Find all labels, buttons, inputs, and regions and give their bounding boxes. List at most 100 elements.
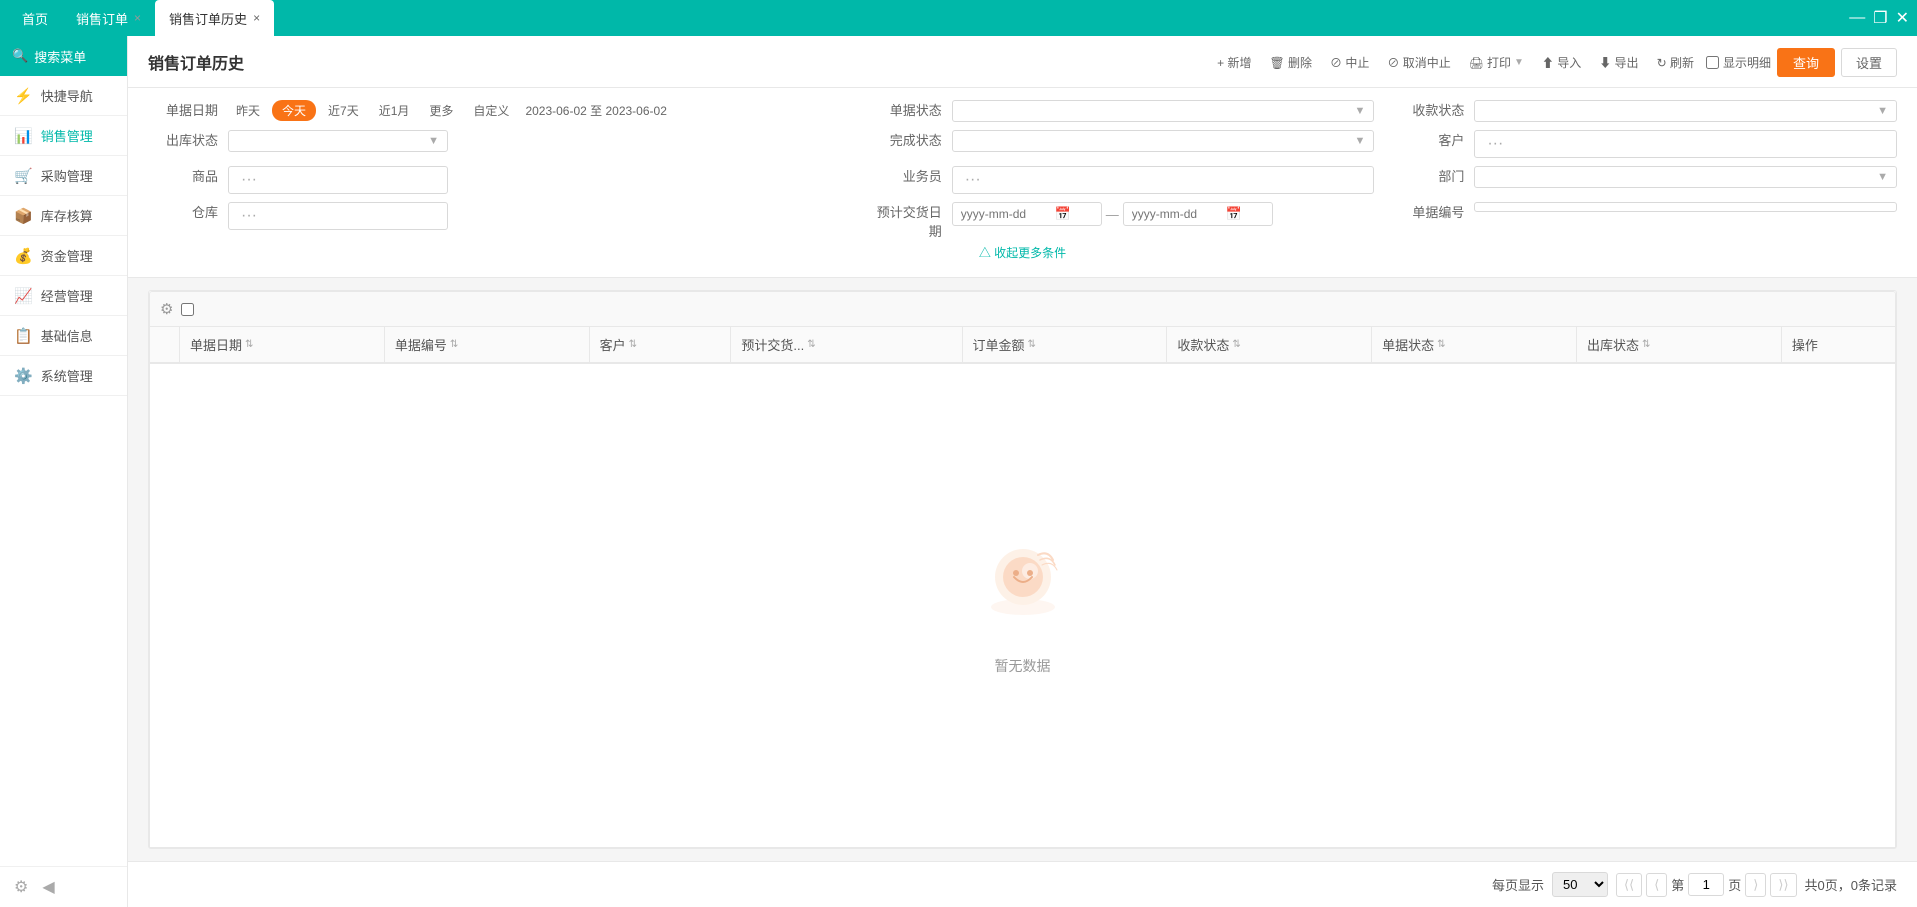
pagination: 每页显示 10 20 50 100 ⟨⟨ ⟨ 第 页 ⟩ ⟩⟩ 共0页，0条记录 bbox=[128, 861, 1917, 907]
order-no-label: 单据编号 bbox=[1394, 202, 1474, 221]
table-settings-icon[interactable]: ⚙ bbox=[160, 300, 173, 318]
sidebar-settings-icon[interactable]: ⚙ bbox=[14, 877, 28, 897]
empty-illustration bbox=[978, 535, 1068, 644]
collapse-bar[interactable]: △ 收起更多条件 bbox=[148, 240, 1897, 265]
import-button[interactable]: ⬆ 导入 bbox=[1536, 51, 1587, 74]
select-all-checkbox[interactable] bbox=[181, 303, 194, 316]
sort-amount-icon: ⇅ bbox=[1028, 339, 1036, 350]
page-number-input[interactable] bbox=[1688, 873, 1724, 896]
complete-status-select[interactable]: ▼ bbox=[952, 130, 1375, 152]
tab-sales-order-history-close[interactable]: × bbox=[253, 11, 260, 25]
delivery-date-end-field[interactable] bbox=[1132, 207, 1222, 221]
sidebar-item-operations[interactable]: 📈 经营管理 bbox=[0, 276, 127, 316]
complete-status-label: 完成状态 bbox=[872, 130, 952, 149]
sidebar-item-sales-mgmt-label: 销售管理 bbox=[41, 126, 93, 145]
main-layout: 🔍 搜索菜单 ⚡ 快捷导航 📊 销售管理 🛒 采购管理 📦 库存核算 💰 资金管… bbox=[0, 36, 1917, 907]
sidebar-item-capital-mgmt[interactable]: 💰 资金管理 bbox=[0, 236, 127, 276]
tab-home[interactable]: 首页 bbox=[8, 0, 62, 36]
date-btn-7days[interactable]: 近7天 bbox=[320, 100, 367, 121]
sidebar-collapse-icon[interactable]: ◀ bbox=[42, 877, 54, 897]
date-btn-custom[interactable]: 自定义 bbox=[465, 100, 517, 121]
sidebar-item-inventory[interactable]: 📦 库存核算 bbox=[0, 196, 127, 236]
filter-out-status-col: 出库状态 ▼ bbox=[148, 130, 872, 158]
delivery-date-start-input[interactable]: 📅 bbox=[952, 202, 1102, 226]
sidebar-item-operations-label: 经营管理 bbox=[41, 286, 93, 305]
page-size-select[interactable]: 10 20 50 100 bbox=[1552, 872, 1608, 897]
date-btn-yesterday[interactable]: 昨天 bbox=[228, 100, 268, 121]
th-delivery-date[interactable]: 预计交货... ⇅ bbox=[731, 327, 962, 363]
toolbar: + 新增 🗑 删除 ⊘ 中止 ⊘ 取消中止 🖨 打印 ▼ ⬆ 导入 ⬇ 导出 ↻… bbox=[1211, 48, 1897, 87]
sidebar-item-sys-mgmt[interactable]: ⚙️ 系统管理 bbox=[0, 356, 127, 396]
sales-mgmt-icon: 📊 bbox=[14, 127, 33, 145]
customer-label: 客户 bbox=[1394, 130, 1474, 149]
sidebar-item-purchase-mgmt[interactable]: 🛒 采购管理 bbox=[0, 156, 127, 196]
page-title: 销售订单历史 bbox=[148, 50, 244, 86]
table-section: ⚙ 单据日期 ⇅ bbox=[128, 278, 1917, 861]
th-payment-status[interactable]: 收款状态 ⇅ bbox=[1167, 327, 1372, 363]
filter-payment-status-col: 收款状态 ▼ bbox=[1394, 100, 1897, 122]
filter-dept-col: 部门 ▼ bbox=[1394, 166, 1897, 194]
settings-button[interactable]: 设置 bbox=[1841, 48, 1897, 77]
sidebar-item-basic-info[interactable]: 📋 基础信息 bbox=[0, 316, 127, 356]
date-btn-more[interactable]: 更多 bbox=[421, 100, 461, 121]
refresh-button[interactable]: ↻ 刷新 bbox=[1651, 51, 1700, 74]
out-status-label: 出库状态 bbox=[148, 130, 228, 149]
prev-page-button[interactable]: ⟨ bbox=[1646, 873, 1667, 897]
th-date[interactable]: 单据日期 ⇅ bbox=[180, 327, 385, 363]
warehouse-dots-icon[interactable]: ··· bbox=[241, 207, 257, 225]
tab-sales-order-close[interactable]: × bbox=[134, 11, 141, 25]
goods-input[interactable]: ··· bbox=[228, 166, 448, 194]
delivery-date-start-field[interactable] bbox=[961, 207, 1051, 221]
stop-button[interactable]: ⊘ 中止 bbox=[1324, 51, 1375, 74]
tab-sales-order-history[interactable]: 销售订单历史 × bbox=[155, 0, 274, 36]
th-amount[interactable]: 订单金额 ⇅ bbox=[962, 327, 1167, 363]
order-status-select[interactable]: ▼ bbox=[952, 100, 1375, 122]
restore-icon[interactable]: ❐ bbox=[1873, 8, 1887, 28]
cancel-stop-button[interactable]: ⊘ 取消中止 bbox=[1381, 51, 1456, 74]
dept-arrow-icon: ▼ bbox=[1877, 171, 1888, 183]
first-page-button[interactable]: ⟨⟨ bbox=[1616, 873, 1642, 897]
customer-dots-icon[interactable]: ··· bbox=[1487, 135, 1503, 153]
minimize-icon[interactable]: — bbox=[1849, 9, 1865, 27]
th-customer[interactable]: 客户 ⇅ bbox=[589, 327, 731, 363]
page-prefix: 第 bbox=[1671, 875, 1684, 894]
delivery-date-end-input[interactable]: 📅 bbox=[1123, 202, 1273, 226]
warehouse-input[interactable]: ··· bbox=[228, 202, 448, 230]
filter-order-no-col: 单据编号 bbox=[1394, 202, 1897, 240]
goods-dots-icon[interactable]: ··· bbox=[241, 171, 257, 189]
export-button[interactable]: ⬇ 导出 bbox=[1593, 51, 1644, 74]
salesperson-input[interactable]: ··· bbox=[952, 166, 1375, 194]
sidebar-search[interactable]: 🔍 搜索菜单 bbox=[0, 36, 127, 76]
th-no[interactable]: 单据编号 ⇅ bbox=[384, 327, 589, 363]
sidebar-item-quick-nav[interactable]: ⚡ 快捷导航 bbox=[0, 76, 127, 116]
th-order-status[interactable]: 单据状态 ⇅ bbox=[1372, 327, 1577, 363]
calendar-icon-start[interactable]: 📅 bbox=[1055, 206, 1071, 222]
sort-date-icon: ⇅ bbox=[245, 339, 253, 350]
table-head: 单据日期 ⇅ 单据编号 ⇅ bbox=[150, 327, 1896, 363]
display-cols-checkbox[interactable] bbox=[1706, 56, 1719, 69]
query-button[interactable]: 查询 bbox=[1777, 48, 1835, 77]
out-status-select[interactable]: ▼ bbox=[228, 130, 448, 152]
new-button[interactable]: + 新增 bbox=[1211, 51, 1257, 74]
calendar-icon-end[interactable]: 📅 bbox=[1226, 206, 1242, 222]
next-page-button[interactable]: ⟩ bbox=[1745, 873, 1766, 897]
filter-row-3: 商品 ··· 业务员 ··· 部门 ▼ bbox=[148, 166, 1897, 194]
salesperson-dots-icon[interactable]: ··· bbox=[965, 171, 981, 189]
close-icon[interactable]: ✕ bbox=[1896, 8, 1909, 28]
page-nav: ⟨⟨ ⟨ 第 页 ⟩ ⟩⟩ bbox=[1616, 873, 1797, 897]
date-btn-1month[interactable]: 近1月 bbox=[371, 100, 418, 121]
display-cols-toggle[interactable]: 显示明细 bbox=[1706, 54, 1771, 71]
delete-button[interactable]: 🗑 删除 bbox=[1263, 51, 1318, 74]
print-button[interactable]: 🖨 打印 ▼ bbox=[1463, 51, 1530, 74]
date-filter-label: 单据日期 bbox=[148, 100, 228, 119]
sidebar-item-sales-mgmt[interactable]: 📊 销售管理 bbox=[0, 116, 127, 156]
dept-select[interactable]: ▼ bbox=[1474, 166, 1897, 188]
order-no-input[interactable] bbox=[1474, 202, 1897, 212]
th-out-status[interactable]: 出库状态 ⇅ bbox=[1576, 327, 1781, 363]
payment-status-select[interactable]: ▼ bbox=[1474, 100, 1897, 122]
date-btn-today[interactable]: 今天 bbox=[272, 100, 316, 121]
empty-svg bbox=[978, 535, 1068, 625]
customer-input[interactable]: ··· bbox=[1474, 130, 1897, 158]
tab-sales-order[interactable]: 销售订单 × bbox=[62, 0, 155, 36]
last-page-button[interactable]: ⟩⟩ bbox=[1770, 873, 1796, 897]
